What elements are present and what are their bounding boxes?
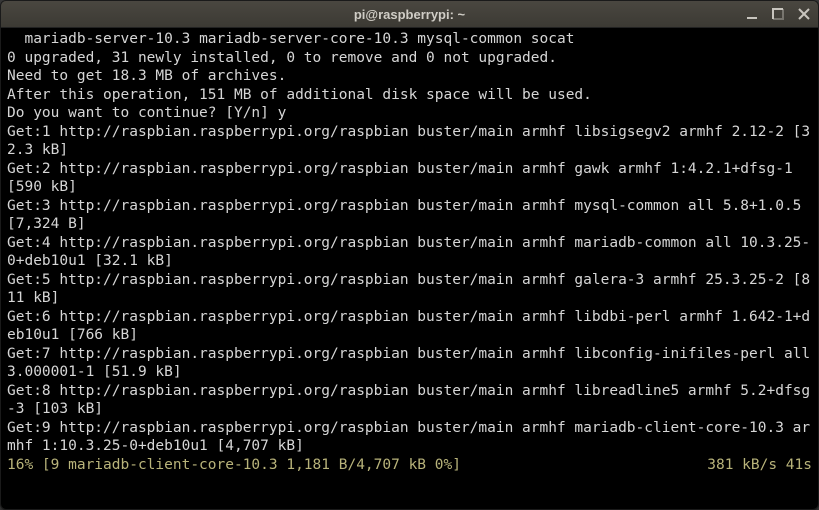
output-line: Get:6 http://raspbian.raspberrypi.org/ra… [7, 308, 812, 345]
minimize-icon[interactable] [744, 6, 760, 22]
output-line: Get:7 http://raspbian.raspberrypi.org/ra… [7, 345, 812, 382]
output-line: Do you want to continue? [Y/n] y [7, 104, 812, 123]
output-line: Get:9 http://raspbian.raspberrypi.org/ra… [7, 419, 812, 456]
output-line: Need to get 18.3 MB of archives. [7, 67, 812, 86]
window-title: pi@raspberrypi: ~ [354, 7, 465, 22]
progress-line: 16% [9 mariadb-client-core-10.3 1,181 B/… [7, 456, 812, 475]
output-line: Get:4 http://raspbian.raspberrypi.org/ra… [7, 234, 812, 271]
output-line: Get:2 http://raspbian.raspberrypi.org/ra… [7, 160, 812, 197]
close-icon[interactable] [796, 6, 812, 22]
output-line: After this operation, 151 MB of addition… [7, 86, 812, 105]
terminal-window: pi@raspberrypi: ~ mariadb-server-10.3 ma… [0, 0, 819, 510]
output-line: Get:5 http://raspbian.raspberrypi.org/ra… [7, 271, 812, 308]
titlebar[interactable]: pi@raspberrypi: ~ [1, 1, 818, 28]
progress-left: 16% [9 mariadb-client-core-10.3 1,181 B/… [7, 456, 461, 475]
output-line: mariadb-server-10.3 mariadb-server-core-… [7, 30, 812, 49]
terminal-output[interactable]: mariadb-server-10.3 mariadb-server-core-… [1, 28, 818, 509]
output-line: Get:1 http://raspbian.raspberrypi.org/ra… [7, 123, 812, 160]
output-line: 0 upgraded, 31 newly installed, 0 to rem… [7, 49, 812, 68]
window-controls [744, 1, 812, 27]
maximize-icon[interactable] [770, 6, 786, 22]
output-line: Get:3 http://raspbian.raspberrypi.org/ra… [7, 197, 812, 234]
progress-right: 381 kB/s 41s [707, 456, 812, 475]
output-line: Get:8 http://raspbian.raspberrypi.org/ra… [7, 382, 812, 419]
